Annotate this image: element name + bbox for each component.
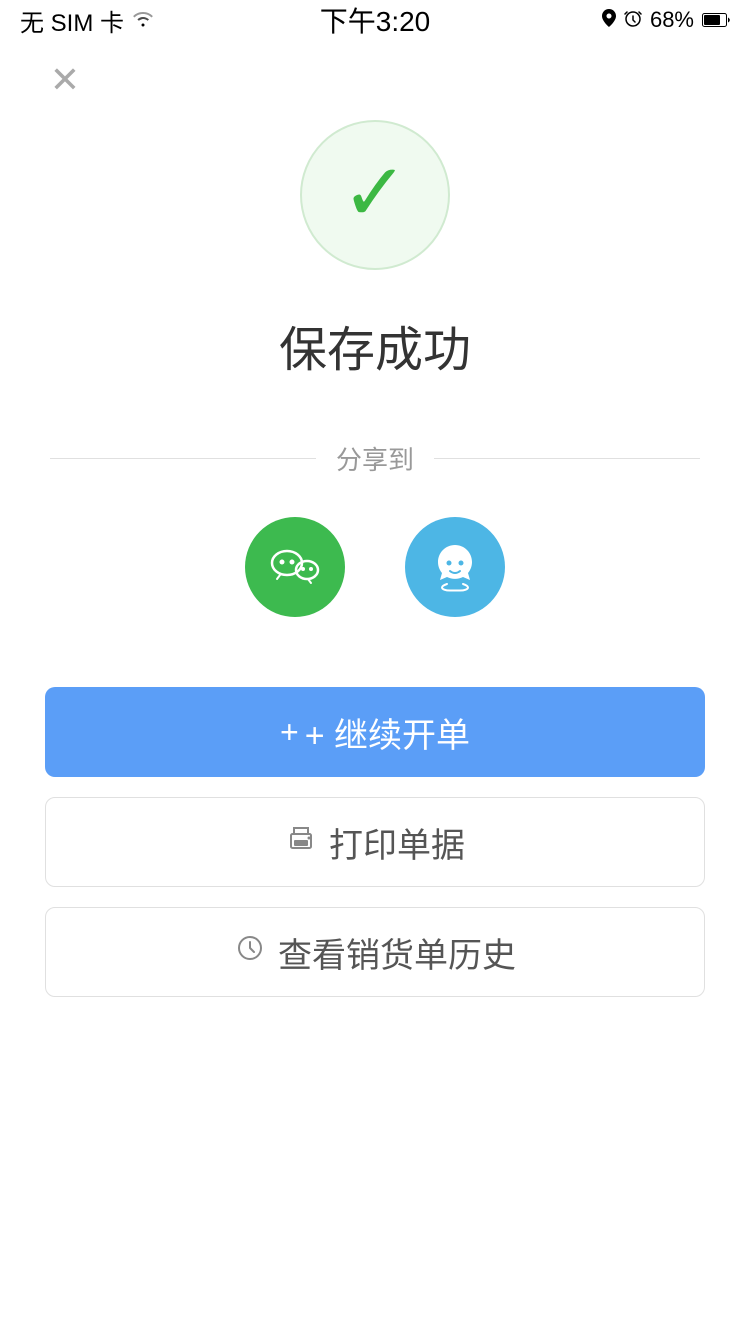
history-button[interactable]: 查看销货单历史 [45, 907, 705, 997]
status-time: 下午3:20 [320, 0, 431, 40]
no-sim-text: 无 SIM 卡 [20, 3, 124, 38]
status-bar: 无 SIM 卡 下午3:20 68% [0, 0, 750, 40]
history-label: 查看销货单历史 [278, 928, 516, 977]
battery-text: 68% [650, 7, 694, 33]
share-icons [245, 517, 505, 617]
action-buttons: + + 继续开单 打印单据 查看销货单历 [45, 687, 705, 997]
wechat-icon [265, 537, 325, 597]
continue-button[interactable]: + + 继续开单 [45, 687, 705, 777]
plus-icon: + [280, 714, 299, 751]
close-button[interactable]: ✕ [40, 55, 90, 105]
checkmark-icon: ✓ [341, 153, 408, 233]
success-title: 保存成功 [279, 310, 471, 380]
status-right: 68% [602, 7, 730, 33]
wifi-icon [132, 6, 154, 34]
printer-icon [285, 822, 317, 863]
print-button[interactable]: 打印单据 [45, 797, 705, 887]
divider-right [434, 458, 700, 459]
history-icon [234, 932, 266, 973]
wechat-share-button[interactable] [245, 517, 345, 617]
divider-left [50, 458, 316, 459]
main-content: ✓ 保存成功 分享到 [0, 40, 750, 997]
alarm-icon [624, 7, 642, 33]
share-label: 分享到 [316, 440, 434, 477]
location-icon [602, 7, 616, 33]
qq-share-button[interactable] [405, 517, 505, 617]
battery-icon [702, 7, 730, 33]
share-divider: 分享到 [0, 440, 750, 477]
print-label: 打印单据 [329, 818, 465, 867]
status-left: 无 SIM 卡 [20, 3, 154, 38]
continue-label: + 继续开单 [305, 708, 470, 757]
success-circle: ✓ [300, 120, 450, 270]
qq-icon [425, 537, 485, 597]
close-icon: ✕ [50, 62, 80, 98]
